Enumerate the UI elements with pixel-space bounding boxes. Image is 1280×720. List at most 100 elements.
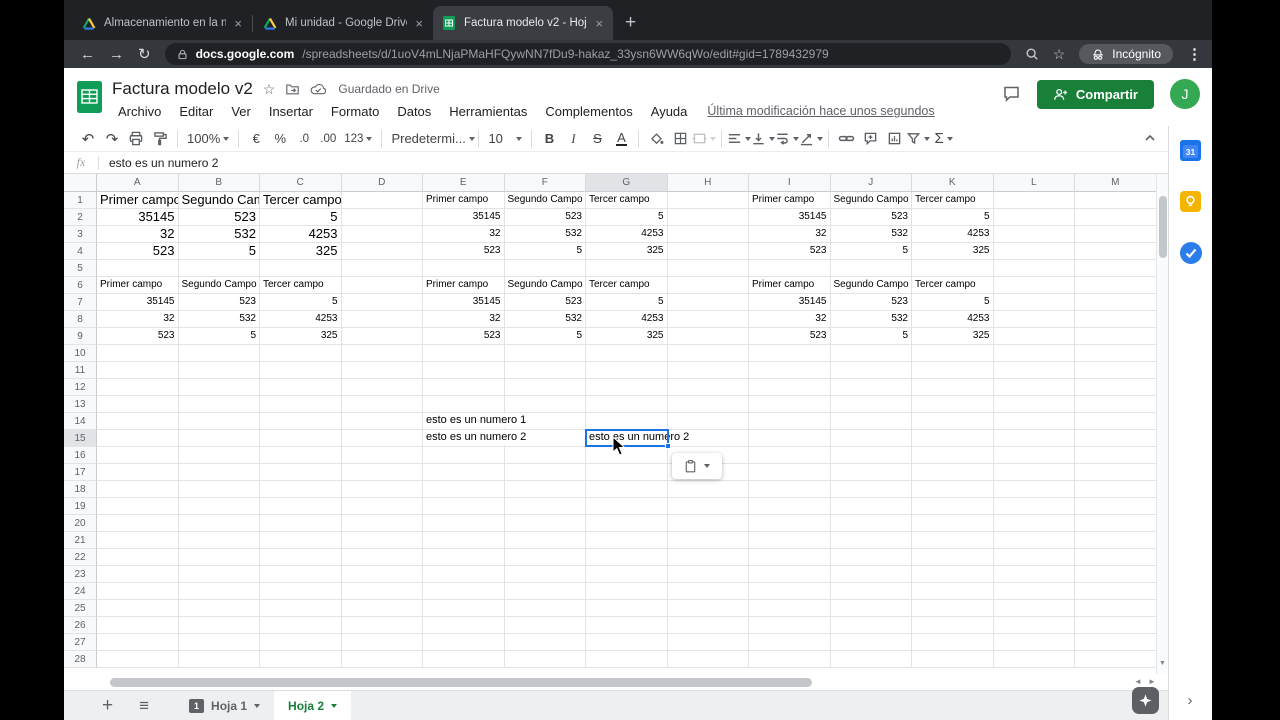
row-header-7[interactable]: 7: [64, 294, 97, 311]
cell-I8[interactable]: 32: [749, 311, 831, 328]
cell-B28[interactable]: [178, 651, 260, 668]
cell-G18[interactable]: [586, 481, 668, 498]
cell-L9[interactable]: [993, 328, 1075, 345]
fill-color-icon[interactable]: [644, 128, 668, 150]
cell-B5[interactable]: [178, 260, 260, 277]
cell-E20[interactable]: [423, 515, 505, 532]
cell-M27[interactable]: [1075, 634, 1157, 651]
cell-L7[interactable]: [993, 294, 1075, 311]
cell-A25[interactable]: [97, 600, 179, 617]
cell-K1[interactable]: Tercer campo: [912, 192, 994, 209]
scroll-right-icon[interactable]: ►: [1148, 677, 1156, 686]
strikethrough-button[interactable]: S: [585, 128, 609, 150]
cell-G6[interactable]: Tercer campo: [586, 277, 668, 294]
cell-K9[interactable]: 325: [912, 328, 994, 345]
row-header-12[interactable]: 12: [64, 379, 97, 396]
cell-D12[interactable]: [341, 379, 423, 396]
cell-I20[interactable]: [749, 515, 831, 532]
cell-E27[interactable]: [423, 634, 505, 651]
column-header-K[interactable]: K: [912, 174, 994, 192]
tasks-icon[interactable]: [1179, 242, 1202, 269]
cell-M22[interactable]: [1075, 549, 1157, 566]
cell-K3[interactable]: 4253: [912, 226, 994, 243]
cell-L1[interactable]: [993, 192, 1075, 209]
cell-H5[interactable]: [667, 260, 749, 277]
cell-K18[interactable]: [912, 481, 994, 498]
cell-H26[interactable]: [667, 617, 749, 634]
column-header-L[interactable]: L: [993, 174, 1075, 192]
cell-C15[interactable]: [260, 430, 342, 447]
cell-M11[interactable]: [1075, 362, 1157, 379]
cell-H23[interactable]: [667, 566, 749, 583]
cell-F24[interactable]: [504, 583, 586, 600]
cell-L17[interactable]: [993, 464, 1075, 481]
cell-G5[interactable]: [586, 260, 668, 277]
cell-B11[interactable]: [178, 362, 260, 379]
row-header-14[interactable]: 14: [64, 413, 97, 430]
cell-M8[interactable]: [1075, 311, 1157, 328]
cell-F4[interactable]: 5: [504, 243, 586, 260]
tab-close-icon[interactable]: ×: [415, 16, 423, 31]
cell-B6[interactable]: Segundo Campo: [178, 277, 260, 294]
cell-J16[interactable]: [830, 447, 912, 464]
cell-L24[interactable]: [993, 583, 1075, 600]
share-button[interactable]: Compartir: [1036, 79, 1154, 109]
font-size-select[interactable]: 10: [484, 128, 526, 150]
cell-G21[interactable]: [586, 532, 668, 549]
cell-L10[interactable]: [993, 345, 1075, 362]
column-header-H[interactable]: H: [667, 174, 749, 192]
cell-A17[interactable]: [97, 464, 179, 481]
cell-C2[interactable]: 5: [260, 209, 342, 226]
cell-L18[interactable]: [993, 481, 1075, 498]
formula-bar[interactable]: fx esto es un numero 2: [64, 152, 1168, 174]
cell-M19[interactable]: [1075, 498, 1157, 515]
scroll-down-icon[interactable]: ▼: [1159, 660, 1166, 667]
horizontal-scrollbar-thumb[interactable]: [110, 678, 812, 687]
cell-M16[interactable]: [1075, 447, 1157, 464]
cell-D28[interactable]: [341, 651, 423, 668]
cell-D23[interactable]: [341, 566, 423, 583]
cell-E28[interactable]: [423, 651, 505, 668]
cell-B9[interactable]: 5: [178, 328, 260, 345]
cell-F1[interactable]: Segundo Campo: [504, 192, 586, 209]
zoom-select[interactable]: 100%: [183, 128, 233, 150]
cell-K20[interactable]: [912, 515, 994, 532]
row-header-16[interactable]: 16: [64, 447, 97, 464]
cell-D6[interactable]: [341, 277, 423, 294]
cell-C27[interactable]: [260, 634, 342, 651]
cell-K26[interactable]: [912, 617, 994, 634]
menu-ver[interactable]: Ver: [227, 104, 255, 119]
cell-C16[interactable]: [260, 447, 342, 464]
cell-I5[interactable]: [749, 260, 831, 277]
cell-F22[interactable]: [504, 549, 586, 566]
undo-icon[interactable]: ↶: [76, 128, 100, 150]
cell-G28[interactable]: [586, 651, 668, 668]
cell-L20[interactable]: [993, 515, 1075, 532]
cell-M13[interactable]: [1075, 396, 1157, 413]
column-header-F[interactable]: F: [504, 174, 586, 192]
cell-B3[interactable]: 532: [178, 226, 260, 243]
cell-C23[interactable]: [260, 566, 342, 583]
cell-K10[interactable]: [912, 345, 994, 362]
cell-G25[interactable]: [586, 600, 668, 617]
cell-A8[interactable]: 32: [97, 311, 179, 328]
cell-A26[interactable]: [97, 617, 179, 634]
cell-A13[interactable]: [97, 396, 179, 413]
cell-M6[interactable]: [1075, 277, 1157, 294]
cell-H22[interactable]: [667, 549, 749, 566]
cell-E11[interactable]: [423, 362, 505, 379]
cell-B24[interactable]: [178, 583, 260, 600]
cell-I9[interactable]: 523: [749, 328, 831, 345]
cell-J12[interactable]: [830, 379, 912, 396]
cell-A28[interactable]: [97, 651, 179, 668]
cell-F19[interactable]: [504, 498, 586, 515]
cell-B15[interactable]: [178, 430, 260, 447]
cell-K15[interactable]: [912, 430, 994, 447]
cell-I7[interactable]: 35145: [749, 294, 831, 311]
cell-E8[interactable]: 32: [423, 311, 505, 328]
cell-A14[interactable]: [97, 413, 179, 430]
cell-K6[interactable]: Tercer campo: [912, 277, 994, 294]
cell-L23[interactable]: [993, 566, 1075, 583]
row-header-2[interactable]: 2: [64, 209, 97, 226]
cell-B22[interactable]: [178, 549, 260, 566]
